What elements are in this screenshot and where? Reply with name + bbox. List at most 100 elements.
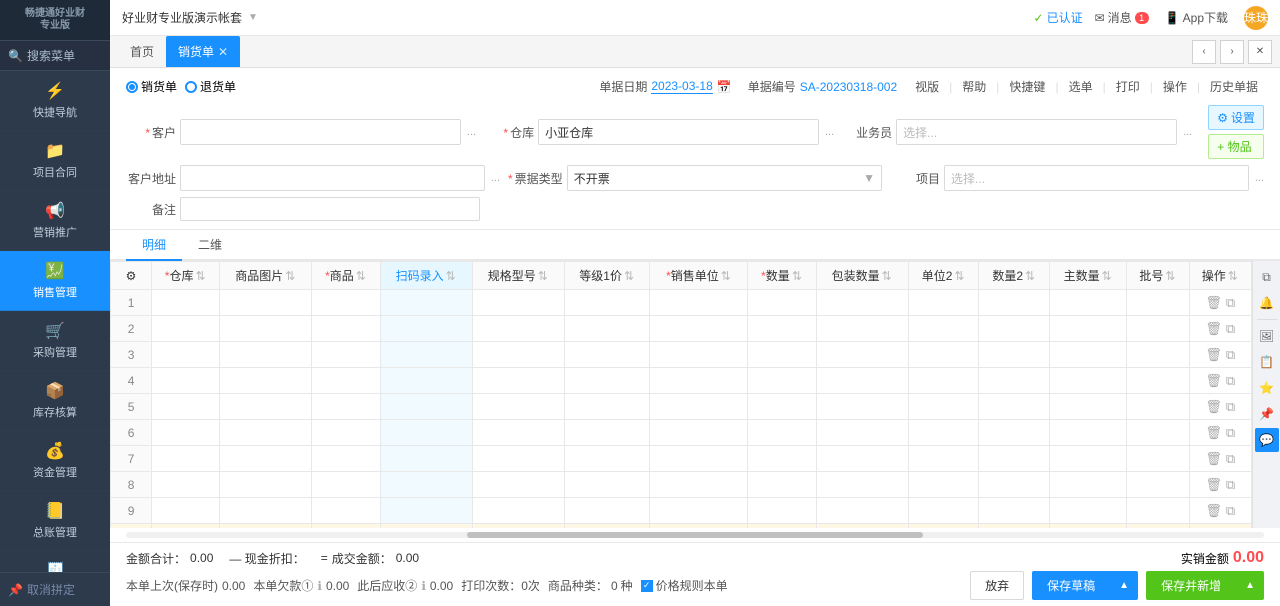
cell-quantity[interactable] [748, 342, 816, 368]
cell-batch[interactable] [1127, 368, 1189, 394]
cell-sales_unit[interactable] [650, 290, 748, 316]
cell-warehouse[interactable] [152, 472, 220, 498]
rp-copy-icon[interactable]: ⧉ [1255, 265, 1279, 289]
address-input[interactable] [180, 165, 485, 191]
cell-product_img[interactable] [220, 498, 312, 524]
cell-price1[interactable] [564, 472, 650, 498]
cell-unit2[interactable] [908, 498, 979, 524]
customer-input[interactable] [180, 119, 461, 145]
cell-qty2[interactable] [979, 290, 1050, 316]
cell-spec[interactable] [472, 446, 564, 472]
cell-qty2[interactable] [979, 394, 1050, 420]
cell-main_qty[interactable] [1050, 472, 1127, 498]
address-dots[interactable]: ... [491, 172, 500, 184]
radio-sales-order[interactable]: 销货单 [126, 78, 177, 95]
rp-bell-icon[interactable]: 🔔 [1255, 291, 1279, 315]
active-tab[interactable]: 销货单 ✕ [166, 36, 240, 67]
cell-spec[interactable] [472, 316, 564, 342]
cell-sales_unit[interactable] [650, 394, 748, 420]
project-input[interactable]: 选择... [944, 165, 1249, 191]
cell-unit2[interactable] [908, 420, 979, 446]
table-wrapper[interactable]: ⚙*仓库⇅商品图片⇅*商品⇅扫码录入⇅规格型号⇅等级1价⇅*销售单位⇅*数量⇅包… [110, 261, 1252, 528]
rp-image-icon[interactable]: 🖼 [1255, 324, 1279, 348]
sidebar-item-inventory[interactable]: 📦库存核算 [0, 371, 110, 431]
project-dots[interactable]: ... [1255, 172, 1264, 184]
cell-sales_unit[interactable] [650, 446, 748, 472]
message-button[interactable]: ✉ 消息 1 [1095, 9, 1149, 26]
app-download-button[interactable]: 📱 App下载 [1165, 9, 1228, 26]
cell-batch[interactable] [1127, 342, 1189, 368]
row-copy-icon[interactable]: ⧉ [1226, 425, 1235, 441]
cell-batch[interactable] [1127, 472, 1189, 498]
cell-pack_qty[interactable] [816, 498, 908, 524]
cell-unit2[interactable] [908, 472, 979, 498]
cell-spec[interactable] [472, 498, 564, 524]
cell-quantity[interactable] [748, 290, 816, 316]
row-copy-icon[interactable]: ⧉ [1226, 321, 1235, 337]
company-selector[interactable]: 好业财专业版演示帐套 ▼ [122, 9, 1022, 26]
row-copy-icon[interactable]: ⧉ [1226, 503, 1235, 519]
cell-spec[interactable] [472, 394, 564, 420]
row-delete-icon[interactable]: 🗑 [1205, 503, 1222, 519]
cell-barcode[interactable] [380, 498, 472, 524]
rp-pin-icon[interactable]: 📌 [1255, 402, 1279, 426]
tab-next-button[interactable]: › [1220, 40, 1244, 64]
cell-batch[interactable] [1127, 394, 1189, 420]
cell-sales_unit[interactable] [650, 472, 748, 498]
cell-warehouse[interactable] [152, 420, 220, 446]
cell-product[interactable] [312, 316, 380, 342]
cell-price1[interactable] [564, 368, 650, 394]
cell-pack_qty[interactable] [816, 446, 908, 472]
cell-product[interactable] [312, 342, 380, 368]
cell-product_img[interactable] [220, 472, 312, 498]
home-tab[interactable]: 首页 [118, 36, 166, 67]
cell-quantity[interactable] [748, 394, 816, 420]
cell-price1[interactable] [564, 498, 650, 524]
cell-sales_unit[interactable] [650, 420, 748, 446]
cell-quantity[interactable] [748, 498, 816, 524]
cell-product_img[interactable] [220, 290, 312, 316]
sidebar-item-capital[interactable]: 💰资金管理 [0, 431, 110, 491]
cell-warehouse[interactable] [152, 446, 220, 472]
cell-product_img[interactable] [220, 394, 312, 420]
cell-product[interactable] [312, 290, 380, 316]
sidebar-item-purchase[interactable]: 🛒采购管理 [0, 311, 110, 371]
toolbar-btn-6[interactable]: 历史单据 [1204, 76, 1264, 97]
cell-unit2[interactable] [908, 446, 979, 472]
row-delete-icon[interactable]: 🗑 [1205, 451, 1222, 467]
cell-barcode[interactable] [380, 368, 472, 394]
sidebar-search[interactable]: 🔍 搜索菜单 [0, 41, 110, 71]
price-checkbox[interactable]: ✓ [641, 580, 653, 592]
cell-quantity[interactable] [748, 420, 816, 446]
cell-sales_unit[interactable] [650, 342, 748, 368]
cell-quantity[interactable] [748, 368, 816, 394]
cell-main_qty[interactable] [1050, 316, 1127, 342]
rp-list-icon[interactable]: 📋 [1255, 350, 1279, 374]
cell-product[interactable] [312, 446, 380, 472]
cell-unit2[interactable] [908, 342, 979, 368]
cell-warehouse[interactable] [152, 342, 220, 368]
rp-star-icon[interactable]: ⭐ [1255, 376, 1279, 400]
cell-main_qty[interactable] [1050, 290, 1127, 316]
cell-price1[interactable] [564, 420, 650, 446]
cell-batch[interactable] [1127, 498, 1189, 524]
cell-product[interactable] [312, 368, 380, 394]
cell-quantity[interactable] [748, 316, 816, 342]
cell-pack_qty[interactable] [816, 420, 908, 446]
tab-prev-button[interactable]: ‹ [1192, 40, 1216, 64]
warehouse-input[interactable]: 小亚仓库 [538, 119, 819, 145]
cell-unit2[interactable] [908, 368, 979, 394]
row-delete-icon[interactable]: 🗑 [1205, 295, 1222, 311]
cell-batch[interactable] [1127, 290, 1189, 316]
cell-barcode[interactable] [380, 316, 472, 342]
cell-warehouse[interactable] [152, 368, 220, 394]
toolbar-btn-5[interactable]: 操作 [1157, 76, 1193, 97]
scrollbar-track[interactable] [126, 532, 1264, 538]
subtab-明细[interactable]: 明细 [126, 230, 182, 261]
toolbar-btn-4[interactable]: 打印 [1110, 76, 1146, 97]
cell-unit2[interactable] [908, 290, 979, 316]
cell-product[interactable] [312, 498, 380, 524]
save-draft-arrow[interactable]: ▲ [1110, 571, 1138, 600]
goods-button[interactable]: + 物品 [1208, 134, 1264, 159]
discard-button[interactable]: 放弃 [970, 571, 1024, 600]
